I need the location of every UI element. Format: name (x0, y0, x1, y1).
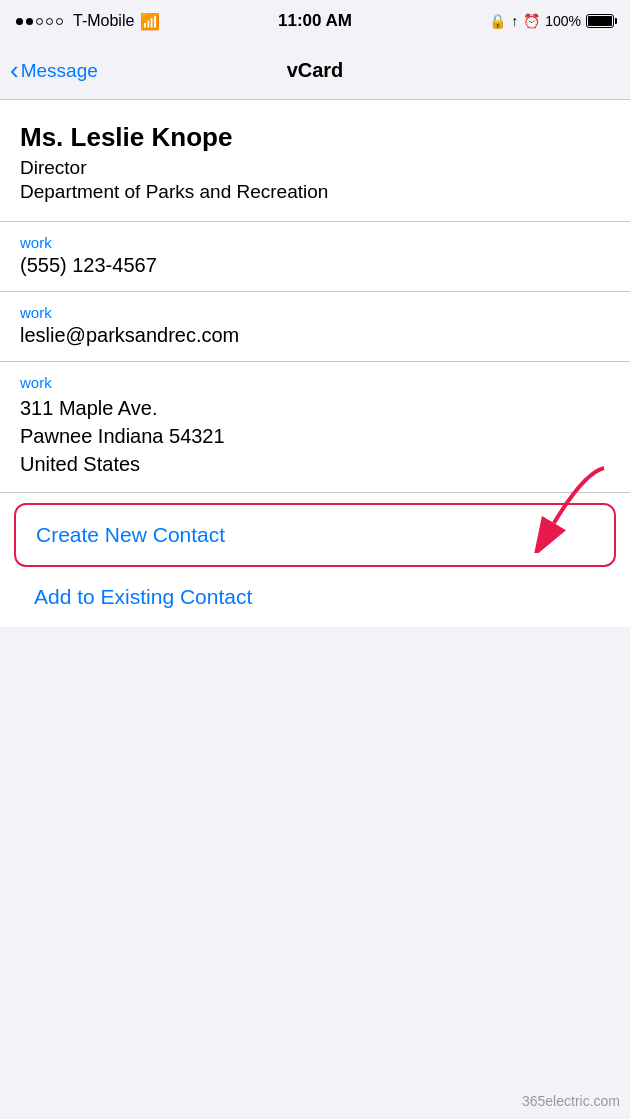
status-bar: T-Mobile 📶 11:00 AM 🔒 ↑ ⏰ 100% (0, 0, 630, 42)
email-label: work (20, 304, 610, 321)
navigation-bar: ‹ Message vCard (0, 42, 630, 100)
carrier-label: T-Mobile (73, 12, 134, 30)
page-title: vCard (287, 59, 344, 82)
contact-job-title: Director (20, 157, 610, 179)
signal-dot-4 (46, 18, 53, 25)
status-right: 🔒 ↑ ⏰ 100% (489, 13, 614, 29)
status-time: 11:00 AM (278, 11, 352, 31)
phone-label: work (20, 234, 610, 251)
add-existing-wrapper: Add to Existing Contact (0, 567, 630, 627)
signal-dot-5 (56, 18, 63, 25)
status-left: T-Mobile 📶 (16, 12, 160, 31)
chevron-left-icon: ‹ (10, 57, 19, 83)
address-row: work 311 Maple Ave. Pawnee Indiana 54321… (0, 362, 630, 493)
main-content: Ms. Leslie Knope Director Department of … (0, 100, 630, 627)
address-value: 311 Maple Ave. Pawnee Indiana 54321 Unit… (20, 394, 610, 478)
address-line-3: United States (20, 450, 610, 478)
watermark: 365electric.com (522, 1093, 620, 1109)
back-button[interactable]: ‹ Message (10, 59, 98, 83)
phone-row: work (555) 123-4567 (0, 222, 630, 292)
location-icon: ↑ (511, 13, 518, 29)
create-new-wrapper: Create New Contact (0, 493, 630, 567)
contact-header: Ms. Leslie Knope Director Department of … (0, 100, 630, 222)
battery-percent: 100% (545, 13, 581, 29)
phone-value[interactable]: (555) 123-4567 (20, 254, 610, 277)
address-label: work (20, 374, 610, 391)
signal-dot-2 (26, 18, 33, 25)
signal-icon (16, 18, 63, 25)
contact-org: Department of Parks and Recreation (20, 181, 610, 203)
battery-icon (586, 14, 614, 28)
add-to-existing-contact-button[interactable]: Add to Existing Contact (14, 567, 616, 627)
alarm-icon: ⏰ (523, 13, 540, 29)
signal-dot-3 (36, 18, 43, 25)
battery-fill (588, 16, 612, 26)
email-row: work leslie@parksandrec.com (0, 292, 630, 362)
back-label: Message (21, 60, 98, 82)
create-new-contact-button[interactable]: Create New Contact (14, 503, 616, 567)
wifi-icon: 📶 (140, 12, 160, 31)
email-value[interactable]: leslie@parksandrec.com (20, 324, 610, 347)
address-line-2: Pawnee Indiana 54321 (20, 422, 610, 450)
address-line-1: 311 Maple Ave. (20, 394, 610, 422)
lock-icon: 🔒 (489, 13, 506, 29)
contact-name: Ms. Leslie Knope (20, 122, 610, 153)
signal-dot-1 (16, 18, 23, 25)
